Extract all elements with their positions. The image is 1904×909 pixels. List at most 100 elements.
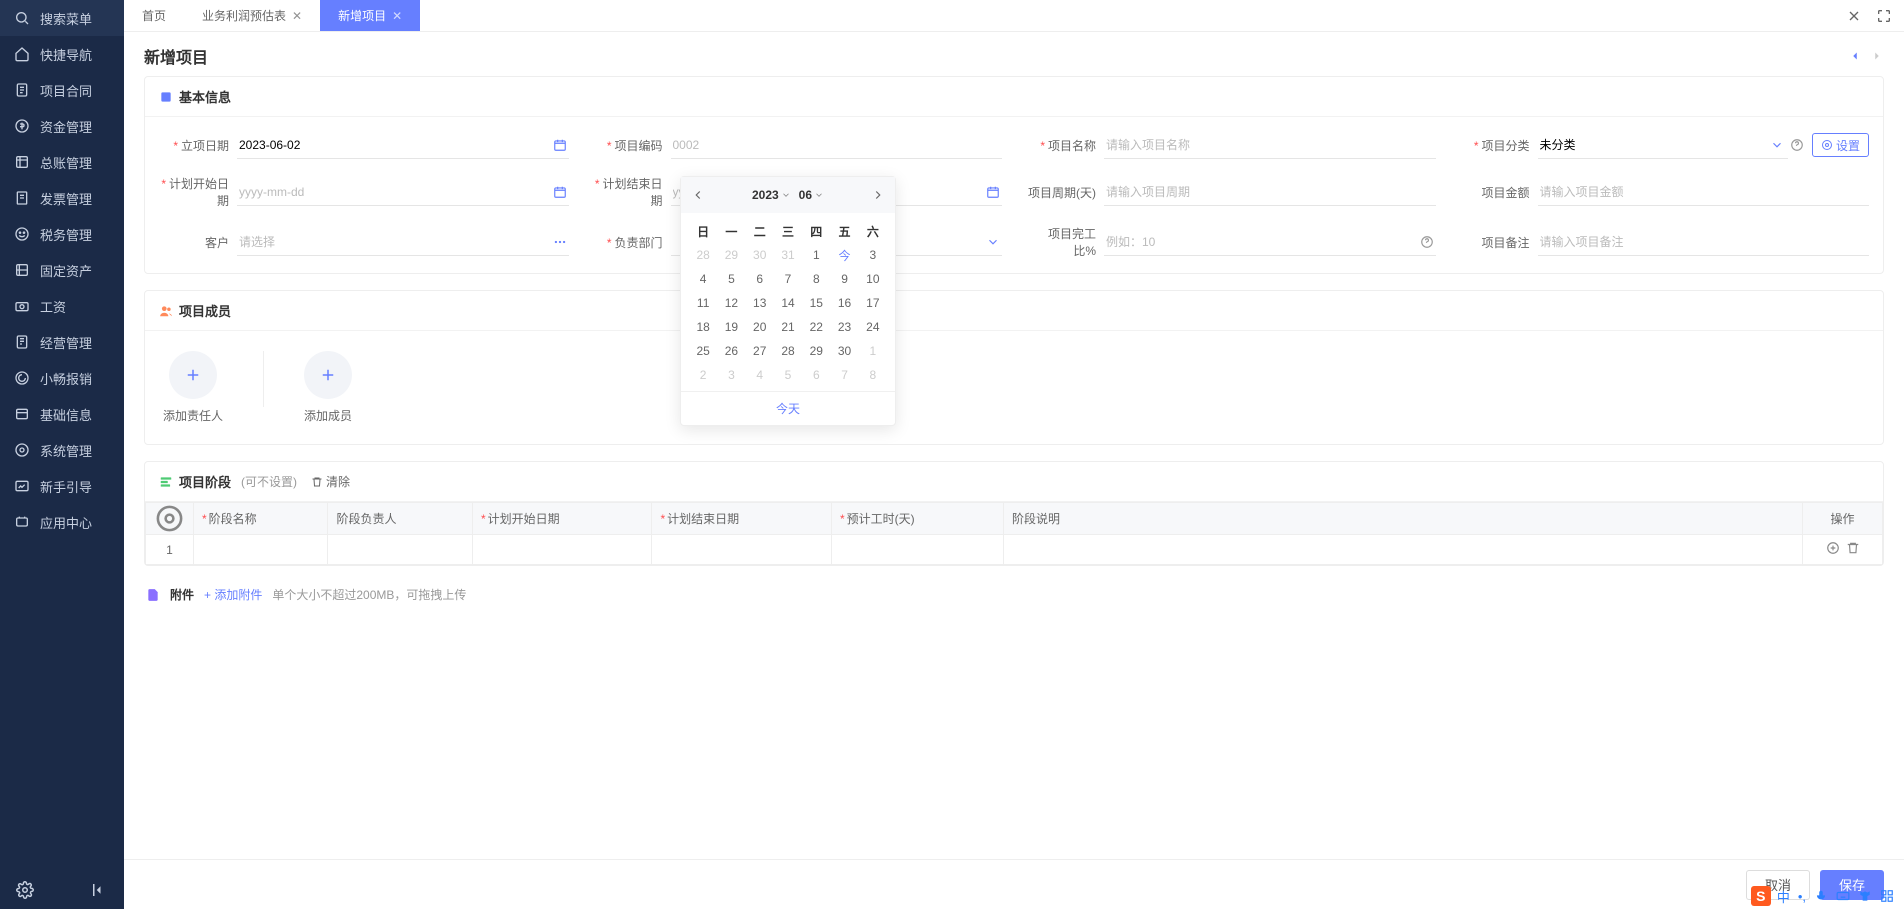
- sidebar-item-2[interactable]: 项目合同: [0, 72, 124, 108]
- dp-day[interactable]: 1: [802, 243, 830, 267]
- dp-day[interactable]: 27: [746, 339, 774, 363]
- dp-day[interactable]: 12: [717, 291, 745, 315]
- dp-day[interactable]: 5: [774, 363, 802, 387]
- ime-mic-icon[interactable]: [1814, 889, 1828, 903]
- dp-day[interactable]: 10: [859, 267, 887, 291]
- select-customer[interactable]: [237, 228, 569, 256]
- input-plan-start[interactable]: [237, 178, 569, 206]
- fullscreen-icon[interactable]: [1876, 8, 1892, 24]
- dp-day[interactable]: 21: [774, 315, 802, 339]
- sidebar-item-12[interactable]: 系统管理: [0, 432, 124, 468]
- tab-1[interactable]: 业务利润预估表✕: [184, 0, 320, 31]
- dp-day[interactable]: 7: [774, 267, 802, 291]
- dp-day[interactable]: 17: [859, 291, 887, 315]
- input-period[interactable]: [1104, 178, 1436, 206]
- dp-day[interactable]: 8: [859, 363, 887, 387]
- tab-close-icon[interactable]: ✕: [392, 9, 402, 23]
- dp-day[interactable]: 4: [689, 267, 717, 291]
- dp-today-button[interactable]: 今天: [681, 391, 895, 425]
- dp-day[interactable]: 30: [746, 243, 774, 267]
- select-category[interactable]: [1538, 131, 1788, 159]
- tab-close-icon[interactable]: ✕: [292, 9, 302, 23]
- dp-day[interactable]: 23: [830, 315, 858, 339]
- sidebar-item-3[interactable]: 资金管理: [0, 108, 124, 144]
- help-icon[interactable]: [1420, 235, 1434, 249]
- input-name[interactable]: [1104, 131, 1436, 159]
- input-code[interactable]: [671, 131, 1003, 159]
- dp-day[interactable]: 3: [859, 243, 887, 267]
- tab-0[interactable]: 首页: [124, 0, 184, 31]
- dp-day[interactable]: 3: [717, 363, 745, 387]
- sidebar-item-0[interactable]: 搜索菜单: [0, 0, 124, 36]
- ime-tools-icon[interactable]: [1880, 889, 1894, 903]
- ime-keyboard-icon[interactable]: [1836, 889, 1850, 903]
- dp-year-select[interactable]: 2023: [752, 188, 791, 202]
- next-record-icon[interactable]: [1870, 49, 1884, 63]
- dp-day[interactable]: 11: [689, 291, 717, 315]
- ime-punct-icon[interactable]: •,: [1798, 889, 1806, 904]
- dp-day[interactable]: 20: [746, 315, 774, 339]
- dp-day[interactable]: 5: [717, 267, 745, 291]
- dp-prev-icon[interactable]: [691, 188, 705, 202]
- dp-month-select[interactable]: 06: [799, 188, 824, 202]
- dp-day[interactable]: 2: [689, 363, 717, 387]
- sidebar-item-7[interactable]: 固定资产: [0, 252, 124, 288]
- chevron-down-icon[interactable]: [986, 235, 1000, 249]
- btn-category-settings[interactable]: 设置: [1812, 133, 1869, 157]
- dp-day[interactable]: 26: [717, 339, 745, 363]
- dp-day[interactable]: 28: [689, 243, 717, 267]
- dp-day[interactable]: 13: [746, 291, 774, 315]
- ime-logo-icon[interactable]: S: [1751, 886, 1771, 906]
- dp-day[interactable]: 19: [717, 315, 745, 339]
- dp-day[interactable]: 6: [746, 267, 774, 291]
- sidebar-item-8[interactable]: 工资: [0, 288, 124, 324]
- dp-day[interactable]: 30: [830, 339, 858, 363]
- collapse-icon[interactable]: [90, 881, 108, 899]
- input-create-date[interactable]: [237, 131, 569, 159]
- input-amount[interactable]: [1538, 178, 1870, 206]
- sidebar-item-5[interactable]: 发票管理: [0, 180, 124, 216]
- input-note[interactable]: [1538, 228, 1870, 256]
- clear-phases-button[interactable]: 清除: [311, 473, 350, 490]
- sidebar-item-6[interactable]: 税务管理: [0, 216, 124, 252]
- sidebar-item-13[interactable]: 新手引导: [0, 468, 124, 504]
- sidebar-item-10[interactable]: 小畅报销: [0, 360, 124, 396]
- sidebar-item-1[interactable]: 快捷导航: [0, 36, 124, 72]
- dp-next-icon[interactable]: [871, 188, 885, 202]
- dp-day[interactable]: 22: [802, 315, 830, 339]
- dp-day[interactable]: 今: [830, 243, 858, 267]
- dp-day[interactable]: 16: [830, 291, 858, 315]
- settings-icon[interactable]: [16, 881, 34, 899]
- dp-day[interactable]: 9: [830, 267, 858, 291]
- dp-day[interactable]: 25: [689, 339, 717, 363]
- sidebar-item-4[interactable]: 总账管理: [0, 144, 124, 180]
- dp-day[interactable]: 7: [830, 363, 858, 387]
- gear-icon[interactable]: [154, 503, 185, 534]
- dp-day[interactable]: 4: [746, 363, 774, 387]
- sidebar-item-9[interactable]: 经营管理: [0, 324, 124, 360]
- dp-day[interactable]: 18: [689, 315, 717, 339]
- tab-2[interactable]: 新增项目✕: [320, 0, 420, 31]
- calendar-icon[interactable]: [553, 185, 567, 199]
- ime-lang[interactable]: 中: [1777, 887, 1790, 906]
- prev-record-icon[interactable]: [1848, 49, 1862, 63]
- calendar-icon[interactable]: [986, 185, 1000, 199]
- sidebar-item-11[interactable]: 基础信息: [0, 396, 124, 432]
- sidebar-item-14[interactable]: 应用中心: [0, 504, 124, 540]
- calendar-icon[interactable]: [553, 138, 567, 152]
- ime-skin-icon[interactable]: [1858, 889, 1872, 903]
- dp-day[interactable]: 24: [859, 315, 887, 339]
- dp-day[interactable]: 8: [802, 267, 830, 291]
- row-add-icon[interactable]: [1826, 541, 1840, 555]
- dp-day[interactable]: 29: [802, 339, 830, 363]
- input-complete[interactable]: [1104, 228, 1436, 256]
- dp-day[interactable]: 6: [802, 363, 830, 387]
- add-member-button[interactable]: [304, 351, 352, 399]
- more-icon[interactable]: [553, 235, 567, 249]
- dp-day[interactable]: 14: [774, 291, 802, 315]
- dp-day[interactable]: 28: [774, 339, 802, 363]
- add-owner-button[interactable]: [169, 351, 217, 399]
- dp-day[interactable]: 15: [802, 291, 830, 315]
- dp-day[interactable]: 31: [774, 243, 802, 267]
- row-delete-icon[interactable]: [1846, 541, 1860, 555]
